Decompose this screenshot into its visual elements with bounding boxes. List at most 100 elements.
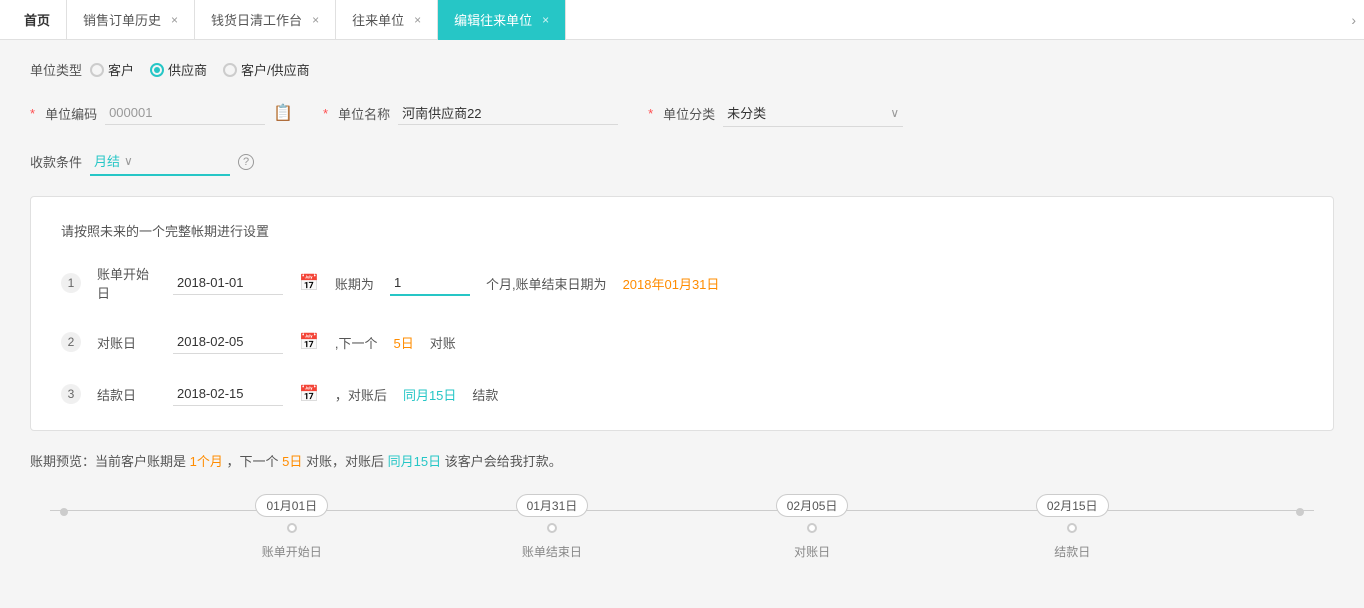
payment-row: 收款条件 月结 ∨ ? (30, 147, 1334, 176)
tab-cash-ledger[interactable]: 钱货日清工作台 × (195, 0, 336, 40)
timeline-point-4: 02月15日 结款日 (1036, 494, 1109, 560)
period-highlight-3: 同月15日 (403, 385, 456, 404)
timeline-point-2: 01月31日 账单结束日 (516, 494, 589, 560)
period-label-2: 对账日 (97, 333, 157, 352)
payment-select[interactable]: 月结 ∨ (90, 147, 230, 176)
timeline-badge-3: 02月05日 (776, 494, 849, 517)
main-content: 单位类型 客户 供应商 客户/供应商 * 单位编码 (0, 40, 1364, 608)
tab-edit-partner-label: 编辑往来单位 (454, 10, 532, 29)
unit-category-label: 单位分类 (663, 104, 715, 123)
tab-sales-order[interactable]: 销售订单历史 × (67, 0, 195, 40)
help-icon[interactable]: ? (238, 154, 254, 170)
unit-category-select[interactable]: 未分类 ∨ (723, 99, 903, 127)
tab-sales-order-label: 销售订单历史 (83, 10, 161, 29)
unit-type-label: 单位类型 (30, 60, 82, 79)
unit-code-icon[interactable]: 📋 (273, 103, 293, 123)
tabs-bar: 首页 销售订单历史 × 钱货日清工作台 × 往来单位 × 编辑往来单位 × › (0, 0, 1364, 40)
timeline-dot-4 (1067, 523, 1077, 533)
tab-home-label: 首页 (24, 10, 50, 29)
tab-cash-ledger-close[interactable]: × (312, 13, 319, 27)
timeline-badge-4: 02月15日 (1036, 494, 1109, 517)
timeline-start-dot (60, 505, 68, 516)
period-title: 请按照未来的一个完整帐期进行设置 (61, 221, 1303, 240)
payment-value: 月结 (94, 151, 120, 170)
unit-code-required: * (30, 106, 35, 121)
tab-sales-order-close[interactable]: × (171, 13, 178, 27)
unit-type-field: 单位类型 客户 供应商 客户/供应商 (30, 60, 310, 79)
preview-part2: 5日 (282, 454, 302, 469)
preview-sep2: 对账，对账后 (306, 454, 384, 469)
period-num-1: 1 (61, 273, 81, 293)
timeline-label-3: 对账日 (794, 543, 830, 560)
tabs-arrow[interactable]: › (1351, 12, 1356, 28)
start-date-input[interactable] (173, 271, 283, 295)
start-dot (60, 508, 68, 516)
radio-customer[interactable]: 客户 (90, 60, 134, 79)
period-num-3: 3 (61, 384, 81, 404)
unit-code-label: 单位编码 (45, 104, 97, 123)
period-months-input[interactable] (390, 271, 470, 296)
period-prefix-2: ,下一个 (335, 333, 378, 352)
radio-supplier-circle (150, 63, 164, 77)
timeline-end-dot (1296, 505, 1304, 516)
timeline-wrapper: 01月01日 账单开始日 01月31日 账单结束日 02月05日 对账日 02月… (30, 494, 1334, 560)
timeline-badge-2: 01月31日 (516, 494, 589, 517)
unit-type-row: 单位类型 客户 供应商 客户/供应商 (30, 60, 1334, 79)
period-label-3: 结款日 (97, 385, 157, 404)
period-row-2: 2 对账日 📅 ,下一个 5日 对账 (61, 330, 1303, 354)
unit-code-input[interactable] (105, 101, 265, 125)
period-num-2: 2 (61, 332, 81, 352)
radio-customer-label: 客户 (108, 60, 134, 79)
preview-part3: 同月15日 (388, 454, 441, 469)
period-suffix-2: 对账 (430, 333, 456, 352)
timeline-point-3: 02月05日 对账日 (776, 494, 849, 560)
start-date-cal-icon[interactable]: 📅 (299, 273, 319, 293)
payment-field: 收款条件 月结 ∨ ? (30, 147, 254, 176)
unit-name-label: 单位名称 (338, 104, 390, 123)
end-dot (1296, 508, 1304, 516)
unit-category-required: * (648, 106, 653, 121)
period-row-1: 1 账单开始日 📅 账期为 个月,账单结束日期为 2018年01月31日 (61, 264, 1303, 302)
period-row-3: 3 结款日 📅 ，对账后 同月15日 结款 (61, 382, 1303, 406)
timeline-badge-1: 01月01日 (255, 494, 328, 517)
preview-suffix: 该客户会给我打款。 (445, 454, 562, 469)
radio-group-unit-type: 客户 供应商 客户/供应商 (90, 60, 310, 79)
preview-part1: 1个月 (190, 454, 223, 469)
period-unit-1: 个月,账单结束日期为 (486, 274, 607, 293)
timeline-dot-2 (547, 523, 557, 533)
unit-name-input[interactable] (398, 101, 618, 125)
tab-cash-ledger-label: 钱货日清工作台 (211, 10, 302, 29)
payment-date-input[interactable] (173, 382, 283, 406)
radio-customer-supplier[interactable]: 客户/供应商 (223, 60, 310, 79)
reconcile-date-input[interactable] (173, 330, 283, 354)
radio-customer-supplier-label: 客户/供应商 (241, 60, 310, 79)
unit-code-field: * 单位编码 📋 (30, 101, 293, 125)
tab-edit-partner[interactable]: 编辑往来单位 × (438, 0, 566, 40)
tab-partner-units-close[interactable]: × (414, 13, 421, 27)
radio-supplier[interactable]: 供应商 (150, 60, 207, 79)
chevron-down-icon: ∨ (890, 106, 899, 120)
unit-category-value: 未分类 (727, 103, 882, 122)
radio-supplier-label: 供应商 (168, 60, 207, 79)
timeline-points: 01月01日 账单开始日 01月31日 账单结束日 02月05日 对账日 02月… (60, 494, 1304, 560)
timeline-dot-1 (287, 523, 297, 533)
tab-partner-units-label: 往来单位 (352, 10, 404, 29)
payment-date-cal-icon[interactable]: 📅 (299, 384, 319, 404)
preview-label: 账期预览：当前客户账期是 (30, 454, 186, 469)
tab-partner-units[interactable]: 往来单位 × (336, 0, 438, 40)
timeline-label-2: 账单结束日 (522, 543, 582, 560)
period-settings-box: 请按照未来的一个完整帐期进行设置 1 账单开始日 📅 账期为 个月,账单结束日期… (30, 196, 1334, 431)
preview-sep1: ，下一个 (227, 454, 279, 469)
unit-name-field: * 单位名称 (323, 101, 618, 125)
reconcile-date-cal-icon[interactable]: 📅 (299, 332, 319, 352)
tab-home[interactable]: 首页 (8, 0, 67, 40)
period-end-date-1: 2018年01月31日 (623, 274, 720, 293)
timeline-label-1: 账单开始日 (262, 543, 322, 560)
payment-label: 收款条件 (30, 152, 82, 171)
period-suffix-3: 结款 (472, 385, 498, 404)
period-highlight-2: 5日 (394, 333, 414, 352)
period-prefix-3: ，对账后 (335, 385, 387, 404)
tab-edit-partner-close[interactable]: × (542, 13, 549, 27)
payment-chevron-icon: ∨ (124, 154, 133, 168)
period-rows: 1 账单开始日 📅 账期为 个月,账单结束日期为 2018年01月31日 2 对… (61, 264, 1303, 406)
